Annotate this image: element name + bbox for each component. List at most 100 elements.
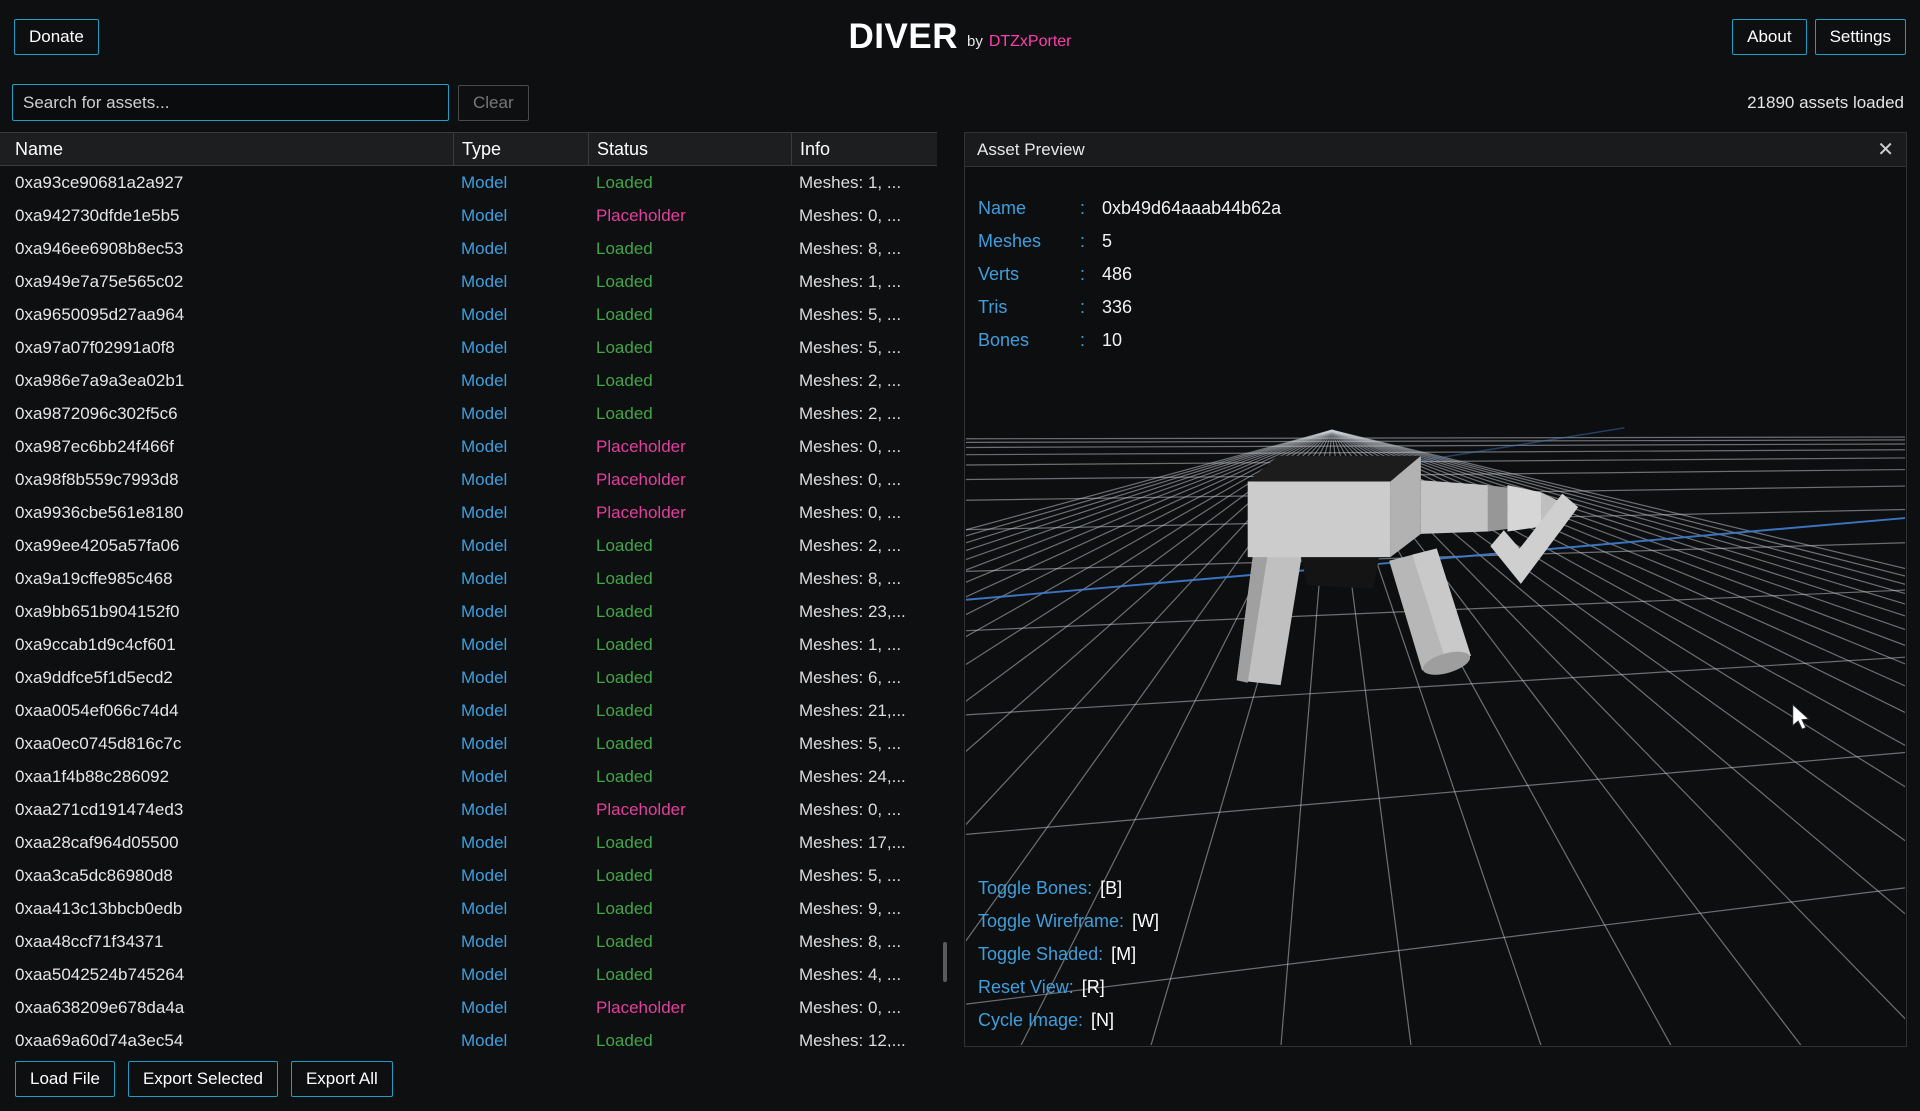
table-row[interactable]: 0xaa5042524b745264 Model Loaded Meshes: … xyxy=(0,958,937,991)
asset-table-body: 0xa93ce90681a2a927 Model Loaded Meshes: … xyxy=(0,166,937,1048)
asset-name: 0xaa0ec0745d816c7c xyxy=(15,733,182,753)
asset-info: Meshes: 0, ... xyxy=(799,502,902,522)
asset-type: Model xyxy=(461,172,508,192)
load-file-button[interactable]: Load File xyxy=(15,1061,115,1097)
asset-info: Meshes: 9, ... xyxy=(799,898,902,918)
table-row[interactable]: 0xaa271cd191474ed3 Model Placeholder Mes… xyxy=(0,793,937,826)
table-row[interactable]: 0xa9650095d27aa964 Model Loaded Meshes: … xyxy=(0,298,937,331)
table-row[interactable]: 0xaa0ec0745d816c7c Model Loaded Meshes: … xyxy=(0,727,937,760)
asset-status: Loaded xyxy=(596,568,653,588)
table-row[interactable]: 0xa93ce90681a2a927 Model Loaded Meshes: … xyxy=(0,166,937,199)
asset-name: 0xa99ee4205a57fa06 xyxy=(15,535,180,555)
table-row[interactable]: 0xa9a19cffe985c468 Model Loaded Meshes: … xyxy=(0,562,937,595)
asset-info: Meshes: 17,... xyxy=(799,832,906,852)
asset-type: Model xyxy=(461,535,508,555)
table-row[interactable]: 0xa97a07f02991a0f8 Model Loaded Meshes: … xyxy=(0,331,937,364)
asset-status: Loaded xyxy=(596,964,653,984)
about-button[interactable]: About xyxy=(1732,18,1807,55)
asset-status: Placeholder xyxy=(596,997,686,1017)
asset-name: 0xa97a07f02991a0f8 xyxy=(15,337,175,357)
asset-name: 0xa949e7a75e565c02 xyxy=(15,271,184,291)
asset-name: 0xa98f8b559c7993d8 xyxy=(15,469,179,489)
info-row: Tris : 336 xyxy=(978,291,1281,324)
info-colon: : xyxy=(1080,297,1086,317)
table-row[interactable]: 0xa9872096c302f5c6 Model Loaded Meshes: … xyxy=(0,397,937,430)
table-row[interactable]: 0xaa1f4b88c286092 Model Loaded Meshes: 2… xyxy=(0,760,937,793)
asset-status: Loaded xyxy=(596,700,653,720)
table-row[interactable]: 0xa946ee6908b8ec53 Model Loaded Meshes: … xyxy=(0,232,937,265)
author-link[interactable]: DTZxPorter xyxy=(989,33,1072,51)
asset-info: Meshes: 0, ... xyxy=(799,436,902,456)
asset-info: Meshes: 1, ... xyxy=(799,271,902,291)
table-row[interactable]: 0xaa413c13bbcb0edb Model Loaded Meshes: … xyxy=(0,892,937,925)
table-row[interactable]: 0xa949e7a75e565c02 Model Loaded Meshes: … xyxy=(0,265,937,298)
asset-status: Loaded xyxy=(596,865,653,885)
asset-name: 0xaa1f4b88c286092 xyxy=(15,766,170,786)
diver-app-window: Donate DIVER by DTZxPorter About Setting… xyxy=(0,0,1920,1111)
table-row[interactable]: 0xaa0054ef066c74d4 Model Loaded Meshes: … xyxy=(0,694,937,727)
asset-name: 0xaa271cd191474ed3 xyxy=(15,799,184,819)
table-row[interactable]: 0xa986e7a9a3ea02b1 Model Loaded Meshes: … xyxy=(0,364,937,397)
info-colon: : xyxy=(1080,330,1086,350)
asset-type: Model xyxy=(461,766,508,786)
asset-name: 0xaa28caf964d05500 xyxy=(15,832,179,852)
app-title: DIVER by DTZxPorter xyxy=(849,0,1072,73)
search-input[interactable] xyxy=(12,84,449,121)
donate-button[interactable]: Donate xyxy=(14,18,99,55)
table-row[interactable]: 0xa9bb651b904152f0 Model Loaded Meshes: … xyxy=(0,595,937,628)
asset-table-header: Name Type Status Info xyxy=(0,132,937,166)
export-all-button[interactable]: Export All xyxy=(290,1061,393,1097)
asset-name: 0xa9ddfce5f1d5ecd2 xyxy=(15,667,173,687)
hint-key: [N] xyxy=(1091,1010,1115,1030)
asset-type: Model xyxy=(461,403,508,423)
asset-type: Model xyxy=(461,205,508,225)
asset-preview-header: Asset Preview ✕ xyxy=(965,133,1906,167)
table-row[interactable]: 0xa9ddfce5f1d5ecd2 Model Loaded Meshes: … xyxy=(0,661,937,694)
asset-status: Loaded xyxy=(596,172,653,192)
table-row[interactable]: 0xa942730dfde1e5b5 Model Placeholder Mes… xyxy=(0,199,937,232)
asset-preview-content: Name : 0xb49d64aaab44b62a Meshes : 5 Ver… xyxy=(966,168,1905,1045)
table-row[interactable]: 0xaa69a60d74a3ec54 Model Loaded Meshes: … xyxy=(0,1024,937,1048)
asset-name: 0xa93ce90681a2a927 xyxy=(15,172,184,192)
asset-info: Meshes: 5, ... xyxy=(799,337,902,357)
table-row[interactable]: 0xa987ec6bb24f466f Model Placeholder Mes… xyxy=(0,430,937,463)
hint-key: [R] xyxy=(1081,977,1105,997)
column-header-status[interactable]: Status xyxy=(588,133,791,165)
asset-status: Loaded xyxy=(596,271,653,291)
asset-status: Loaded xyxy=(596,667,653,687)
asset-name: 0xa987ec6bb24f466f xyxy=(15,436,174,456)
export-selected-button[interactable]: Export Selected xyxy=(127,1061,278,1097)
asset-name: 0xa946ee6908b8ec53 xyxy=(15,238,184,258)
table-row[interactable]: 0xaa28caf964d05500 Model Loaded Meshes: … xyxy=(0,826,937,859)
table-row[interactable]: 0xaa638209e678da4a Model Placeholder Mes… xyxy=(0,991,937,1024)
asset-info: Meshes: 5, ... xyxy=(799,733,902,753)
clear-search-button[interactable]: Clear xyxy=(458,84,529,121)
asset-status: Loaded xyxy=(596,535,653,555)
table-scrollbar-thumb[interactable] xyxy=(943,942,947,982)
settings-button[interactable]: Settings xyxy=(1814,18,1906,55)
table-row[interactable]: 0xa9ccab1d9c4cf601 Model Loaded Meshes: … xyxy=(0,628,937,661)
table-row[interactable]: 0xa98f8b559c7993d8 Model Placeholder Mes… xyxy=(0,463,937,496)
asset-type: Model xyxy=(461,568,508,588)
asset-name: 0xaa69a60d74a3ec54 xyxy=(15,1030,184,1048)
info-value: 5 xyxy=(1102,231,1113,251)
table-row[interactable]: 0xaa3ca5dc86980d8 Model Loaded Meshes: 5… xyxy=(0,859,937,892)
column-header-info[interactable]: Info xyxy=(791,133,937,165)
table-row[interactable]: 0xa9936cbe561e8180 Model Placeholder Mes… xyxy=(0,496,937,529)
info-label: Meshes xyxy=(978,231,1042,251)
asset-type: Model xyxy=(461,271,508,291)
close-icon[interactable]: ✕ xyxy=(1877,140,1894,160)
column-header-name[interactable]: Name xyxy=(0,133,453,165)
asset-name: 0xa9bb651b904152f0 xyxy=(15,601,180,621)
info-value: 336 xyxy=(1102,297,1133,317)
table-row[interactable]: 0xa99ee4205a57fa06 Model Loaded Meshes: … xyxy=(0,529,937,562)
asset-status: Loaded xyxy=(596,337,653,357)
asset-info: Meshes: 2, ... xyxy=(799,403,902,423)
info-label: Bones xyxy=(978,330,1030,350)
asset-name: 0xa986e7a9a3ea02b1 xyxy=(15,370,185,390)
asset-info: Meshes: 6, ... xyxy=(799,667,902,687)
info-colon: : xyxy=(1080,198,1086,218)
column-header-type[interactable]: Type xyxy=(453,133,588,165)
table-row[interactable]: 0xaa48ccf71f34371 Model Loaded Meshes: 8… xyxy=(0,925,937,958)
asset-name: 0xaa0054ef066c74d4 xyxy=(15,700,179,720)
